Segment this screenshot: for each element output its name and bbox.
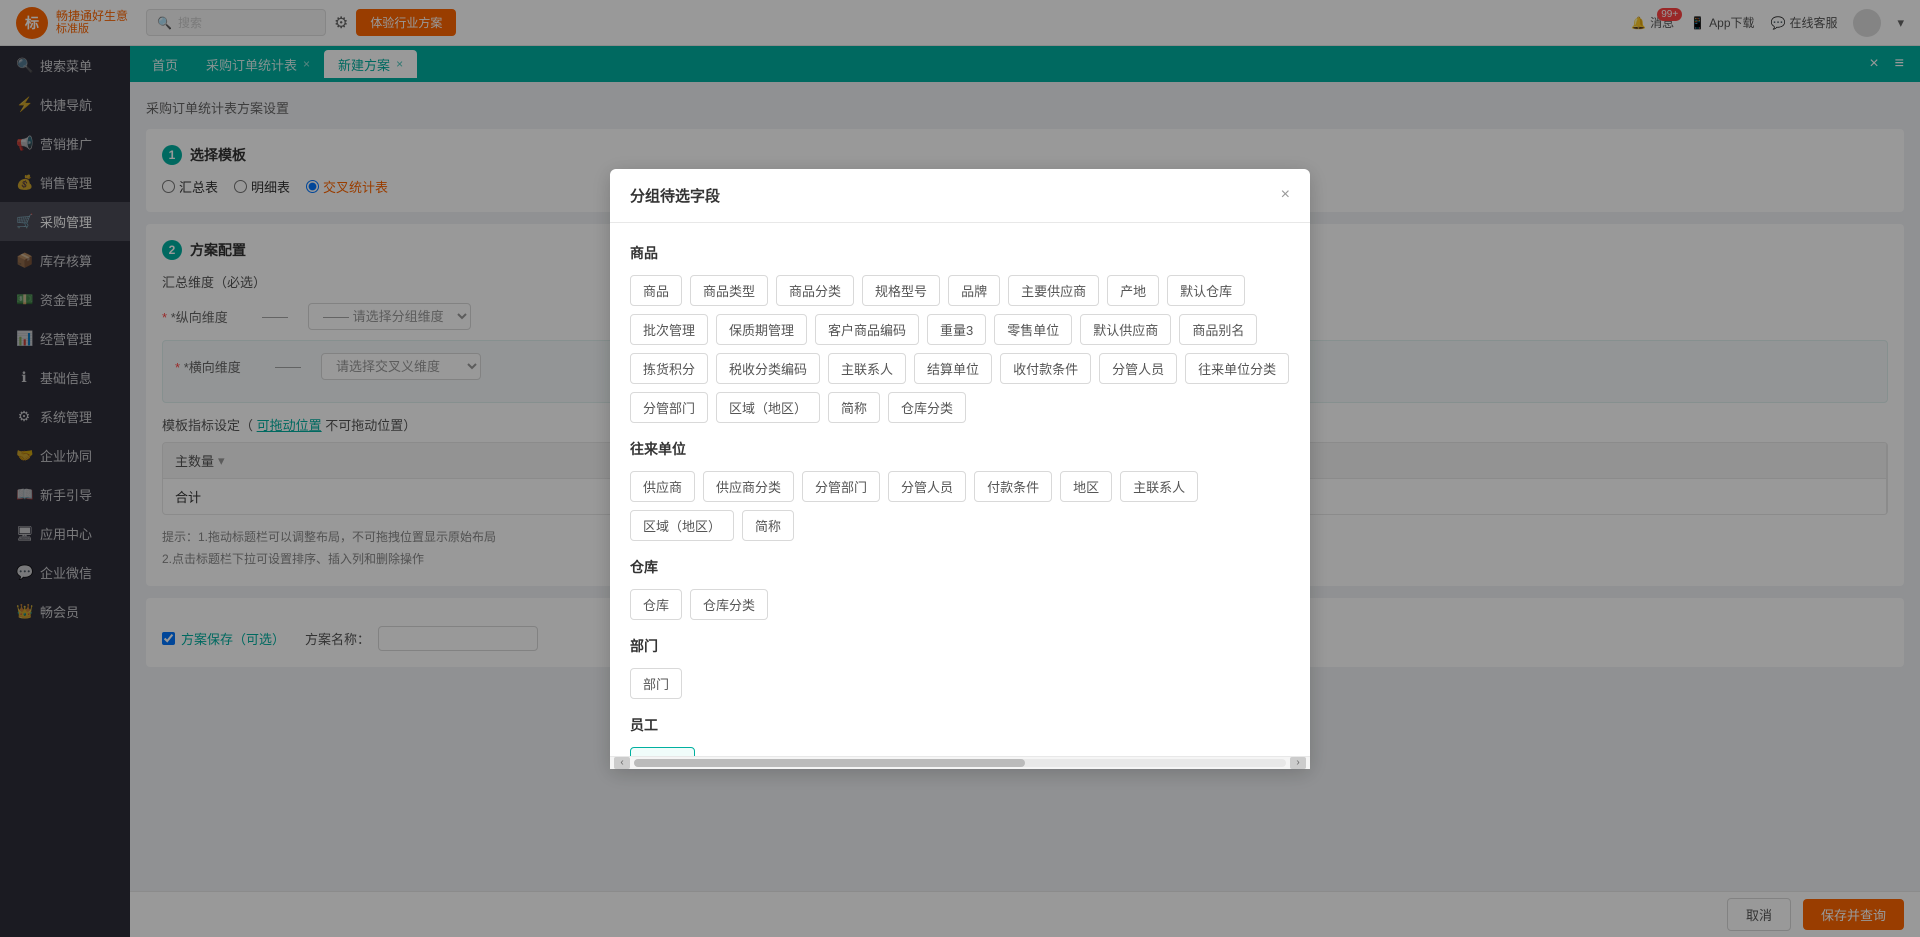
field-tag[interactable]: 分管人员: [1099, 353, 1177, 384]
field-tag[interactable]: 地区: [1060, 471, 1112, 502]
field-tag[interactable]: 收付款条件: [1000, 353, 1091, 384]
field-tag[interactable]: 区域（地区）: [716, 392, 820, 423]
field-tag[interactable]: 往来单位分类: [1185, 353, 1289, 384]
hscroll-right-arrow[interactable]: ›: [1290, 757, 1306, 769]
field-tag[interactable]: 仓库: [630, 589, 682, 620]
hscroll-track[interactable]: [634, 759, 1286, 767]
modal-close-button[interactable]: ×: [1281, 186, 1290, 204]
section-title-dept: 部门: [630, 636, 1290, 656]
modal-overlay[interactable]: 分组待选字段 × 商品 商品 商品类型 商品分类 规格型号 品牌 主要供应商 产…: [0, 0, 1920, 937]
field-tag[interactable]: 仓库分类: [888, 392, 966, 423]
field-tag[interactable]: 批次管理: [630, 314, 708, 345]
field-tag[interactable]: 客户商品编码: [815, 314, 919, 345]
field-tag[interactable]: 商品类型: [690, 275, 768, 306]
modal-hscroll[interactable]: ‹ ›: [610, 756, 1310, 769]
field-tag[interactable]: 供应商分类: [703, 471, 794, 502]
field-tag[interactable]: 分管部门: [630, 392, 708, 423]
section-title-warehouse: 仓库: [630, 557, 1290, 577]
field-grid-partner: 供应商 供应商分类 分管部门 分管人员 付款条件 地区 主联系人 区域（地区） …: [630, 471, 1290, 541]
field-tag[interactable]: 主联系人: [828, 353, 906, 384]
field-grid-staff: 业务员: [630, 747, 1290, 756]
field-tag[interactable]: 零售单位: [994, 314, 1072, 345]
field-select-modal: 分组待选字段 × 商品 商品 商品类型 商品分类 规格型号 品牌 主要供应商 产…: [610, 169, 1310, 769]
field-tag[interactable]: 商品别名: [1179, 314, 1257, 345]
field-tag[interactable]: 保质期管理: [716, 314, 807, 345]
section-title-goods: 商品: [630, 243, 1290, 263]
field-tag-staff[interactable]: 业务员: [630, 747, 695, 756]
section-title-partner: 往来单位: [630, 439, 1290, 459]
field-tag[interactable]: 结算单位: [914, 353, 992, 384]
field-tag[interactable]: 简称: [742, 510, 794, 541]
field-tag[interactable]: 规格型号: [862, 275, 940, 306]
modal-header: 分组待选字段 ×: [610, 169, 1310, 223]
field-tag[interactable]: 默认仓库: [1167, 275, 1245, 306]
hscroll-left-arrow[interactable]: ‹: [614, 757, 630, 769]
field-tag[interactable]: 重量3: [927, 314, 986, 345]
field-tag[interactable]: 主联系人: [1120, 471, 1198, 502]
field-tag[interactable]: 商品分类: [776, 275, 854, 306]
field-tag[interactable]: 区域（地区）: [630, 510, 734, 541]
field-grid-goods: 商品 商品类型 商品分类 规格型号 品牌 主要供应商 产地 默认仓库 批次管理 …: [630, 275, 1290, 423]
field-tag[interactable]: 简称: [828, 392, 880, 423]
field-grid-warehouse: 仓库 仓库分类: [630, 589, 1290, 620]
field-tag[interactable]: 税收分类编码: [716, 353, 820, 384]
modal-title: 分组待选字段: [630, 185, 720, 206]
field-tag[interactable]: 商品: [630, 275, 682, 306]
field-tag[interactable]: 仓库分类: [690, 589, 768, 620]
section-title-staff: 员工: [630, 715, 1290, 735]
field-tag[interactable]: 品牌: [948, 275, 1000, 306]
field-tag[interactable]: 部门: [630, 668, 682, 699]
hscroll-thumb[interactable]: [634, 759, 1025, 767]
field-tag[interactable]: 供应商: [630, 471, 695, 502]
field-tag[interactable]: 分管人员: [888, 471, 966, 502]
modal-body: 商品 商品 商品类型 商品分类 规格型号 品牌 主要供应商 产地 默认仓库 批次…: [610, 223, 1310, 756]
field-tag[interactable]: 产地: [1107, 275, 1159, 306]
field-grid-dept: 部门: [630, 668, 1290, 699]
field-tag[interactable]: 分管部门: [802, 471, 880, 502]
field-tag[interactable]: 默认供应商: [1080, 314, 1171, 345]
field-tag[interactable]: 付款条件: [974, 471, 1052, 502]
field-tag[interactable]: 拣货积分: [630, 353, 708, 384]
field-tag[interactable]: 主要供应商: [1008, 275, 1099, 306]
